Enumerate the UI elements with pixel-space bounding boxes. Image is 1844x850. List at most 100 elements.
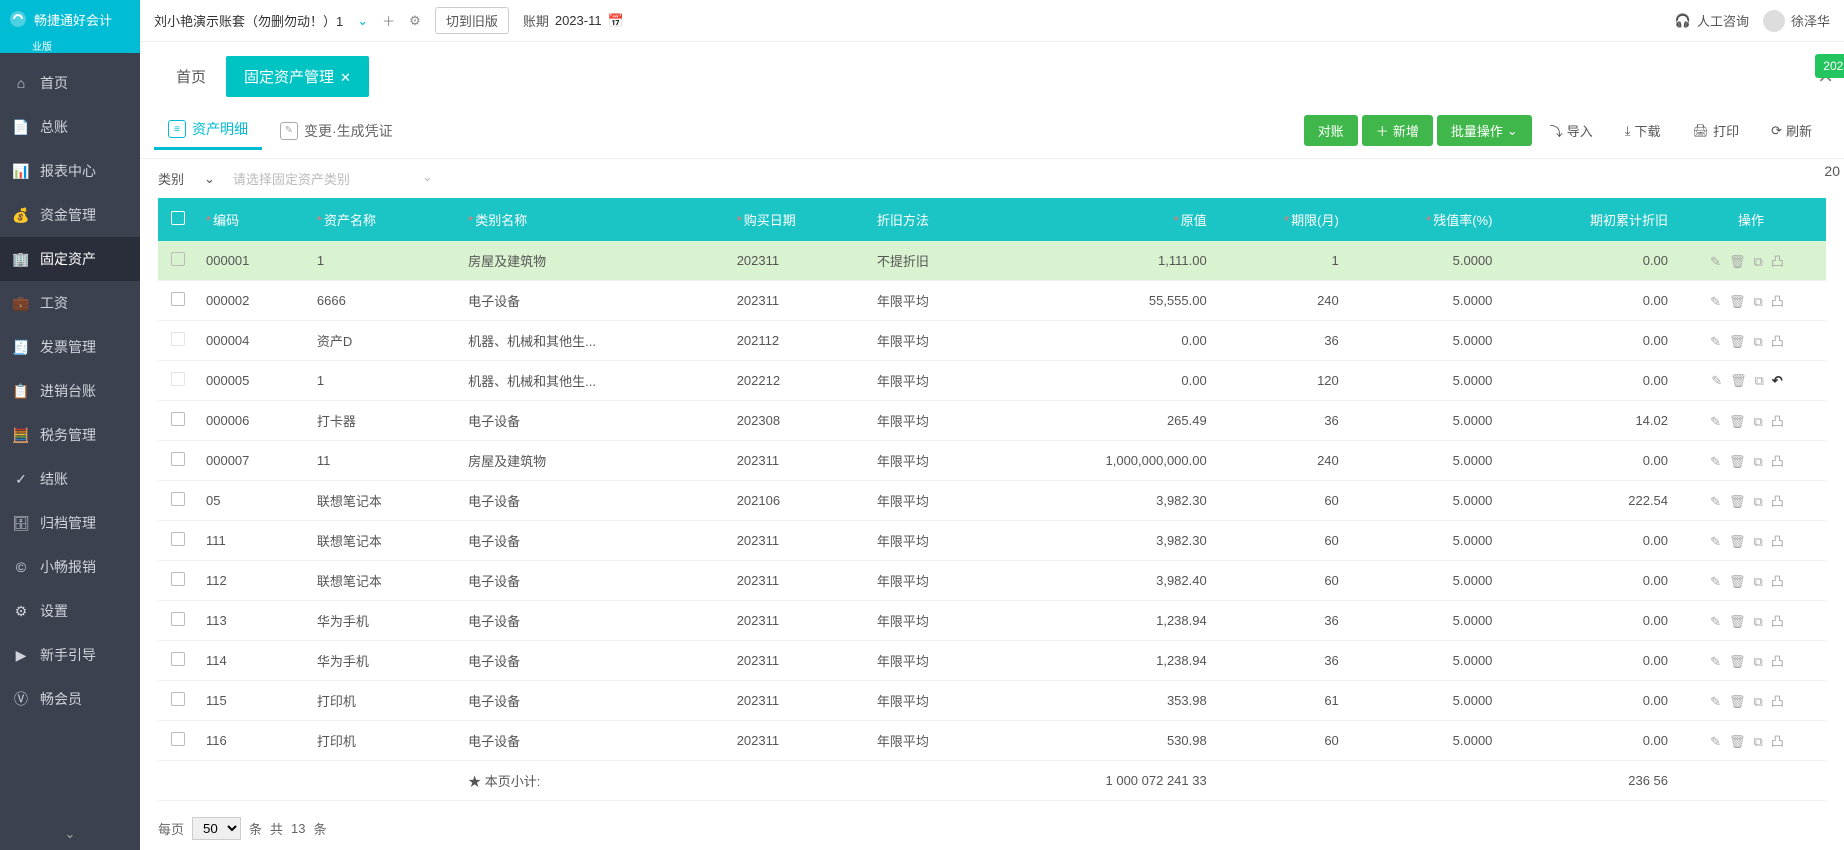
table-row[interactable]: 115打印机电子设备202311年限平均353.98615.00000.00✎🗑… [158,681,1826,721]
row-checkbox[interactable] [171,492,185,506]
sidebar-item-2[interactable]: 📊报表中心 [0,149,140,193]
row-checkbox[interactable] [171,332,185,346]
copy-icon[interactable]: ⧉ [1754,534,1771,549]
settings-icon[interactable]: ⚙ [409,13,421,29]
undo-icon[interactable]: ↶ [1772,373,1791,388]
delete-icon[interactable]: 🗑 [1729,294,1754,309]
switch-old-button[interactable]: 切到旧版 [435,7,509,34]
row-checkbox[interactable] [171,292,185,306]
sidebar-item-11[interactable]: ©小畅报销 [0,545,140,589]
edit-icon[interactable]: ✎ [1710,414,1729,429]
sidebar-item-3[interactable]: 💰资金管理 [0,193,140,237]
subtab-asset-detail[interactable]: ≡ 资产明细 [154,111,262,150]
copy-icon[interactable]: ⧉ [1754,254,1771,269]
row-checkbox[interactable] [171,572,185,586]
edit-icon[interactable]: ✎ [1710,334,1729,349]
batch-button[interactable]: 批量操作 ⌄ [1437,115,1532,146]
copy-icon[interactable]: ⧉ [1754,694,1771,709]
delete-icon[interactable]: 🗑 [1729,534,1754,549]
copy-icon[interactable]: ⧉ [1754,574,1771,589]
delete-icon[interactable]: 🗑 [1729,614,1754,629]
export-icon[interactable]: 凸 [1771,414,1792,429]
edit-icon[interactable]: ✎ [1710,494,1729,509]
add-button[interactable]: ＋ 新增 [1362,115,1433,146]
account-selector[interactable]: 刘小艳演示账套（勿删勿动！）1 [154,11,343,30]
sidebar-item-14[interactable]: Ⓥ畅会员 [0,677,140,721]
select-all-checkbox[interactable] [171,211,185,225]
filter-category-select[interactable]: 请选择固定资产类别 ⌄ [233,169,433,188]
sidebar-item-8[interactable]: 🧮税务管理 [0,413,140,457]
delete-icon[interactable]: 🗑 [1729,254,1754,269]
edit-icon[interactable]: ✎ [1710,454,1729,469]
sidebar-item-5[interactable]: 💼工资 [0,281,140,325]
delete-icon[interactable]: 🗑 [1729,454,1754,469]
edit-icon[interactable]: ✎ [1710,654,1729,669]
tab-home[interactable]: 首页 [158,56,224,97]
subtab-voucher[interactable]: ✎ 变更·生成凭证 [266,113,407,149]
sidebar-item-10[interactable]: 🗄归档管理 [0,501,140,545]
row-checkbox[interactable] [171,732,185,746]
copy-icon[interactable]: ⧉ [1754,494,1771,509]
row-checkbox[interactable] [171,252,185,266]
copy-icon[interactable]: ⧉ [1754,454,1771,469]
copy-icon[interactable]: ⧉ [1754,414,1771,429]
add-account-icon[interactable]: ＋ [382,11,395,30]
export-icon[interactable]: 凸 [1771,534,1792,549]
table-row[interactable]: 111联想笔记本电子设备202311年限平均3,982.30605.00000.… [158,521,1826,561]
edit-icon[interactable]: ✎ [1710,574,1729,589]
edit-icon[interactable]: ✎ [1710,614,1729,629]
table-row[interactable]: 116打印机电子设备202311年限平均530.98605.00000.00✎🗑… [158,721,1826,761]
sidebar-item-12[interactable]: ⚙设置 [0,589,140,633]
table-row[interactable]: 113华为手机电子设备202311年限平均1,238.94365.00000.0… [158,601,1826,641]
row-checkbox[interactable] [171,652,185,666]
delete-icon[interactable]: 🗑 [1729,414,1754,429]
refresh-button[interactable]: ⟳ 刷新 [1757,115,1826,146]
table-row[interactable]: 000006打卡器电子设备202308年限平均265.49365.000014.… [158,401,1826,441]
edit-icon[interactable]: ✎ [1710,734,1729,749]
calendar-icon[interactable]: 📅 [608,13,624,29]
row-checkbox[interactable] [171,692,185,706]
row-checkbox[interactable] [171,452,185,466]
copy-icon[interactable]: ⧉ [1754,614,1771,629]
table-row[interactable]: 0000026666电子设备202311年限平均55,555.002405.00… [158,281,1826,321]
export-icon[interactable]: 凸 [1771,694,1792,709]
export-icon[interactable]: 凸 [1771,494,1792,509]
sidebar-item-9[interactable]: ✓结账 [0,457,140,501]
account-dropdown-icon[interactable]: ⌄ [357,13,368,29]
table-row[interactable]: 00000711房屋及建筑物202311年限平均1,000,000,000.00… [158,441,1826,481]
copy-icon[interactable]: ⧉ [1754,654,1771,669]
print-button[interactable]: 🖨 打印 [1679,115,1754,146]
sidebar-item-13[interactable]: ▶新手引导 [0,633,140,677]
row-checkbox[interactable] [171,612,185,626]
table-row[interactable]: 0000051机器、机械和其他生...202212年限平均0.001205.00… [158,361,1826,401]
sidebar-more-icon[interactable]: ⌄ [0,818,140,850]
row-checkbox[interactable] [171,532,185,546]
table-row[interactable]: 05联想笔记本电子设备202106年限平均3,982.30605.0000222… [158,481,1826,521]
delete-icon[interactable]: 🗑 [1729,734,1754,749]
sidebar-item-6[interactable]: 🧾发票管理 [0,325,140,369]
tab-close-icon[interactable]: ✕ [340,70,351,85]
import-button[interactable]: ⤵ 导入 [1536,115,1607,146]
copy-icon[interactable]: ⧉ [1755,373,1772,388]
delete-icon[interactable]: 🗑 [1729,334,1754,349]
delete-icon[interactable]: 🗑 [1729,574,1754,589]
per-page-select[interactable]: 50 [192,817,241,840]
edit-icon[interactable]: ✎ [1710,534,1729,549]
export-icon[interactable]: 凸 [1771,334,1792,349]
delete-icon[interactable]: 🗑 [1729,654,1754,669]
help-link[interactable]: 🎧 人工咨询 [1675,11,1749,30]
year-badge[interactable]: 2023 [1815,54,1844,78]
row-checkbox[interactable] [171,372,185,386]
edit-icon[interactable]: ✎ [1710,294,1729,309]
export-icon[interactable]: 凸 [1771,574,1792,589]
copy-icon[interactable]: ⧉ [1754,734,1771,749]
sidebar-item-7[interactable]: 📋进销台账 [0,369,140,413]
edit-icon[interactable]: ✎ [1710,254,1729,269]
sidebar-item-4[interactable]: 🏢固定资产 [0,237,140,281]
table-row[interactable]: 0000011房屋及建筑物202311不提折旧1,111.0015.00000.… [158,241,1826,281]
download-button[interactable]: ⤓ 下载 [1611,115,1675,146]
table-row[interactable]: 114华为手机电子设备202311年限平均1,238.94365.00000.0… [158,641,1826,681]
sidebar-item-1[interactable]: 📄总账 [0,105,140,149]
table-row[interactable]: 000004资产D机器、机械和其他生...202112年限平均0.00365.0… [158,321,1826,361]
edit-icon[interactable]: ✎ [1710,694,1729,709]
